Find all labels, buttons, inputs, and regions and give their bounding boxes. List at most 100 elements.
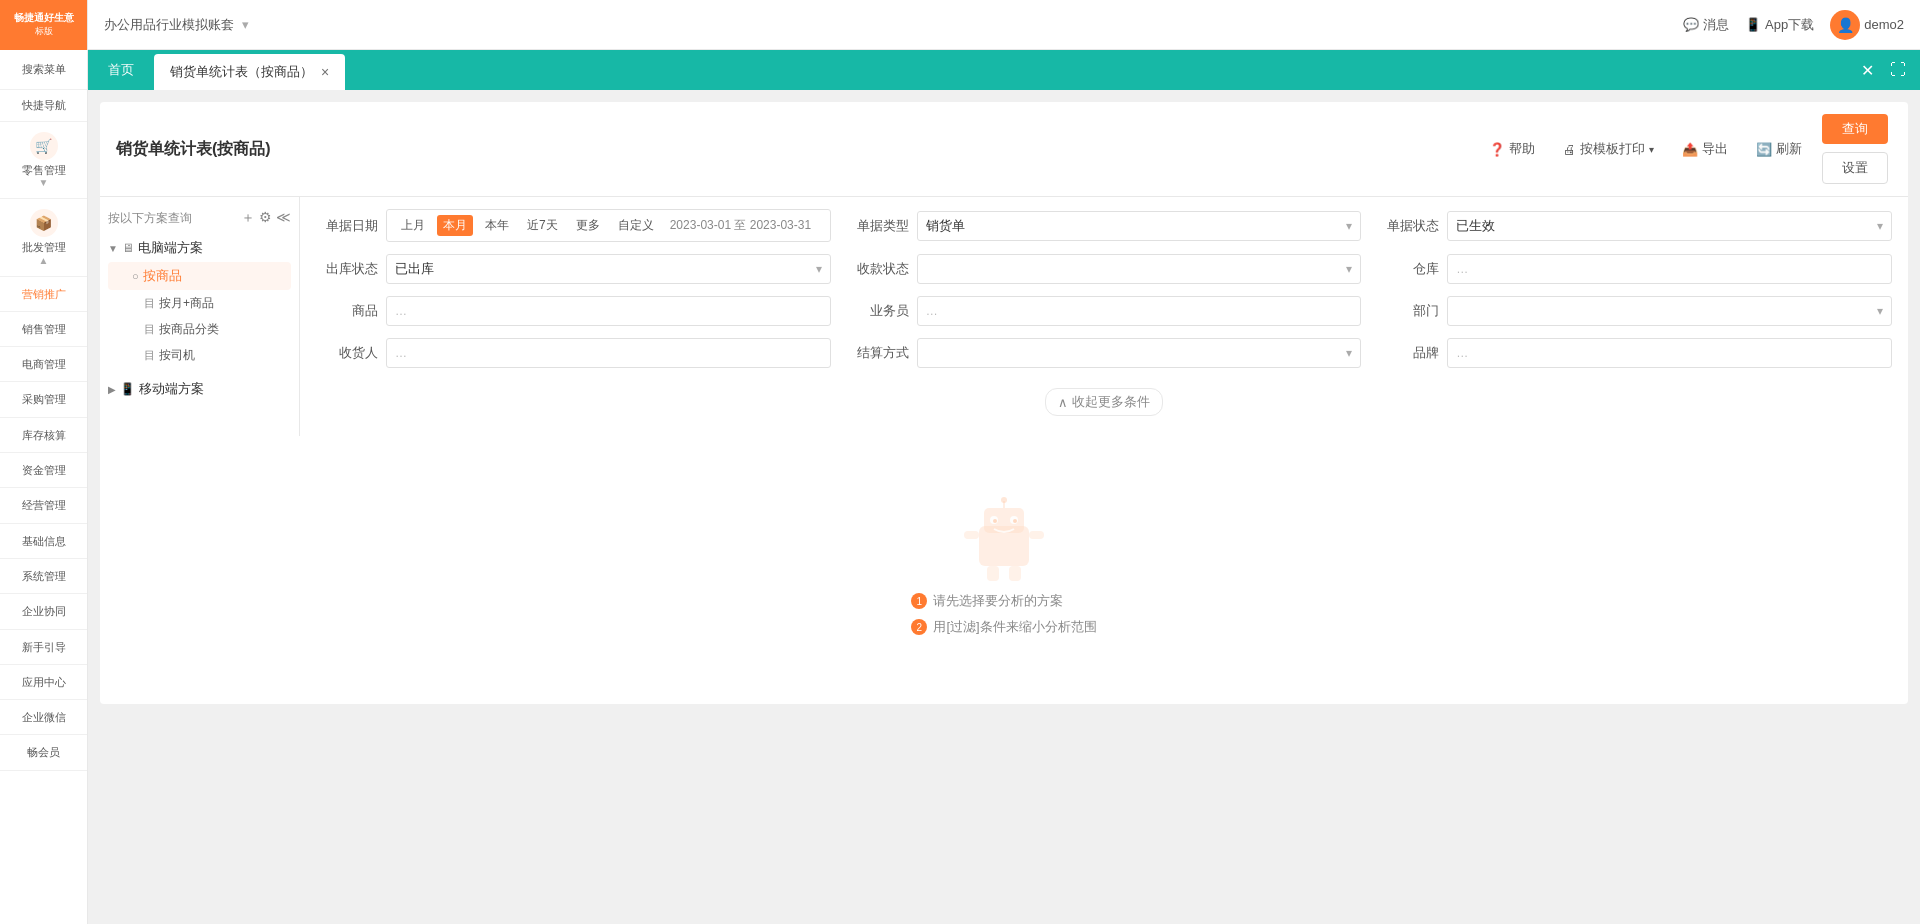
scheme-item-category[interactable]: 目 按商品分类 (108, 317, 291, 342)
scheme-collapse-icon[interactable]: ≪ (276, 209, 291, 227)
sidebar-item-purchase[interactable]: 采购管理 (0, 382, 87, 417)
app-download-btn[interactable]: 📱 App下载 (1745, 16, 1814, 34)
sidebar-item-finance[interactable]: 资金管理 (0, 453, 87, 488)
date-this-month-btn[interactable]: 本月 (437, 215, 473, 236)
sidebar-item-wechat[interactable]: 企业微信 (0, 700, 87, 735)
brand-label: 品牌 (1377, 344, 1447, 362)
goods-value[interactable]: … (386, 296, 831, 326)
export-btn[interactable]: 📤 导出 (1674, 136, 1736, 162)
collect-status-chevron: ▾ (1346, 262, 1352, 276)
page-body: 按以下方案查询 ＋ ⚙ ≪ ▼ 🖥 电脑端方案 (100, 197, 1908, 436)
sidebar-item-guide[interactable]: 新手引导 (0, 630, 87, 665)
tab-home[interactable]: 首页 (88, 50, 154, 90)
print-btn[interactable]: 🖨 按模板打印 ▾ (1555, 136, 1662, 162)
tabbar-actions: ✕ ⛶ (1855, 57, 1920, 84)
scheme-pc-group-title[interactable]: ▼ 🖥 电脑端方案 (108, 235, 291, 261)
sidebar-item-operations[interactable]: 经营管理 (0, 488, 87, 523)
payment-label: 结算方式 (847, 344, 917, 362)
print-dropdown-arrow: ▾ (1649, 144, 1654, 155)
date-7days-btn[interactable]: 近7天 (521, 215, 564, 236)
sidebar-item-marketing[interactable]: 营销推广 (0, 277, 87, 312)
scheme-settings-icon[interactable]: ⚙ (259, 209, 272, 227)
out-status-label: 出库状态 (316, 260, 386, 278)
pc-icon: 🖥 (122, 241, 134, 255)
tab-close-icon[interactable]: × (321, 65, 329, 79)
empty-state: 1 请先选择要分析的方案 2 用[过滤]条件来缩小分析范围 (100, 436, 1908, 704)
brand-value[interactable]: … (1447, 338, 1892, 368)
scheme-mobile-group-title[interactable]: ▶ 📱 移动端方案 (108, 376, 291, 402)
tab-close-window-btn[interactable]: ✕ (1855, 57, 1880, 84)
scheme-panel: 按以下方案查询 ＋ ⚙ ≪ ▼ 🖥 电脑端方案 (100, 197, 300, 436)
query-btn[interactable]: 查询 (1822, 114, 1888, 144)
tab-active-label: 销货单统计表（按商品） (170, 63, 313, 81)
sidebar-item-apps[interactable]: 应用中心 (0, 665, 87, 700)
wholesale-label: 批发管理 (22, 240, 66, 254)
scheme-pc-group: ▼ 🖥 电脑端方案 ○ 按商品 目 按月+商品 (108, 235, 291, 368)
svg-point-5 (1013, 519, 1017, 523)
help-btn[interactable]: ❓ 帮助 (1481, 136, 1543, 162)
sidebar-item-system[interactable]: 系统管理 (0, 559, 87, 594)
out-status-chevron: ▾ (816, 262, 822, 276)
message-btn[interactable]: 💬 消息 (1683, 16, 1729, 34)
scheme-item-by-goods[interactable]: ○ 按商品 (108, 262, 291, 290)
doc-status-chevron: ▾ (1877, 219, 1883, 233)
collect-status-value[interactable]: ▾ (917, 254, 1362, 284)
sidebar-search-section[interactable]: 搜索菜单 (0, 50, 87, 90)
workspace-dropdown-icon[interactable]: ▾ (242, 17, 249, 32)
sidebar-item-sales[interactable]: 销售管理 (0, 312, 87, 347)
scheme-icon-category: 目 (144, 322, 155, 337)
sidebar-item-member[interactable]: 畅会员 (0, 735, 87, 770)
scheme-item-driver[interactable]: 目 按司机 (108, 343, 291, 368)
date-filter-value[interactable]: 上月 本月 本年 近7天 更多 自定义 2023-03-01 至 2023-03… (386, 209, 831, 242)
doc-status-value[interactable]: 已生效 ▾ (1447, 211, 1892, 241)
wechat-label: 企业微信 (22, 710, 66, 724)
search-menu-label[interactable]: 搜索菜单 (4, 58, 83, 81)
sidebar-item-ecommerce[interactable]: 电商管理 (0, 347, 87, 382)
settings-btn[interactable]: 设置 (1822, 152, 1888, 184)
collapse-icon: ∧ (1058, 395, 1068, 410)
tip1-num: 1 (911, 593, 927, 609)
out-status-value[interactable]: 已出库 ▾ (386, 254, 831, 284)
scheme-item-month-goods[interactable]: 目 按月+商品 (108, 291, 291, 316)
sidebar-quick-nav[interactable]: 快捷导航 (0, 90, 87, 122)
empty-illustration (954, 496, 1054, 576)
operations-label: 经营管理 (22, 498, 66, 512)
username: demo2 (1864, 17, 1904, 32)
warehouse-value[interactable]: … (1447, 254, 1892, 284)
date-this-year-btn[interactable]: 本年 (479, 215, 515, 236)
tab-active[interactable]: 销货单统计表（按商品） × (154, 54, 345, 90)
page-title: 销货单统计表(按商品) (116, 139, 271, 160)
workspace-name: 办公用品行业模拟账套 (104, 16, 234, 34)
date-custom-btn[interactable]: 自定义 (612, 215, 660, 236)
sidebar-item-wholesale[interactable]: 📦 批发管理 ▲ (0, 199, 87, 276)
sidebar-item-retail[interactable]: 🛒 零售管理 ▼ (0, 122, 87, 199)
avatar: 👤 (1830, 10, 1860, 40)
date-last-month-btn[interactable]: 上月 (395, 215, 431, 236)
collab-label: 企业协同 (22, 604, 66, 618)
main-area: 办公用品行业模拟账套 ▾ 💬 消息 📱 App下载 👤 demo2 首页 (88, 0, 1920, 924)
salesman-value[interactable]: … (917, 296, 1362, 326)
payment-value[interactable]: ▾ (917, 338, 1362, 368)
filter-row-2: 出库状态 已出库 ▾ 收款状态 ▾ (316, 254, 1892, 284)
scheme-add-icon[interactable]: ＋ (241, 209, 255, 227)
guide-label: 新手引导 (22, 640, 66, 654)
sidebar-item-inventory[interactable]: 库存核算 (0, 418, 87, 453)
svg-rect-9 (1029, 531, 1044, 539)
message-label: 消息 (1703, 16, 1729, 34)
receiver-value[interactable]: … (386, 338, 831, 368)
filter-collect-status: 收款状态 ▾ (847, 254, 1362, 284)
dept-value[interactable]: ▾ (1447, 296, 1892, 326)
topbar-left: 办公用品行业模拟账套 ▾ (104, 16, 249, 34)
tab-maximize-btn[interactable]: ⛶ (1884, 57, 1912, 83)
user-profile[interactable]: 👤 demo2 (1830, 10, 1904, 40)
sidebar-item-collab[interactable]: 企业协同 (0, 594, 87, 629)
collapse-btn[interactable]: ∧ 收起更多条件 (1045, 388, 1163, 416)
refresh-btn[interactable]: 🔄 刷新 (1748, 136, 1810, 162)
page-header: 销货单统计表(按商品) ❓ 帮助 🖨 按模板打印 ▾ 📤 导出 (100, 102, 1908, 197)
doc-type-value[interactable]: 销货单 ▾ (917, 211, 1362, 241)
sidebar-item-base[interactable]: 基础信息 (0, 524, 87, 559)
date-more-btn[interactable]: 更多 (570, 215, 606, 236)
scheme-panel-title: 按以下方案查询 ＋ ⚙ ≪ (108, 209, 291, 227)
filter-goods: 商品 … (316, 296, 831, 326)
payment-chevron: ▾ (1346, 346, 1352, 360)
